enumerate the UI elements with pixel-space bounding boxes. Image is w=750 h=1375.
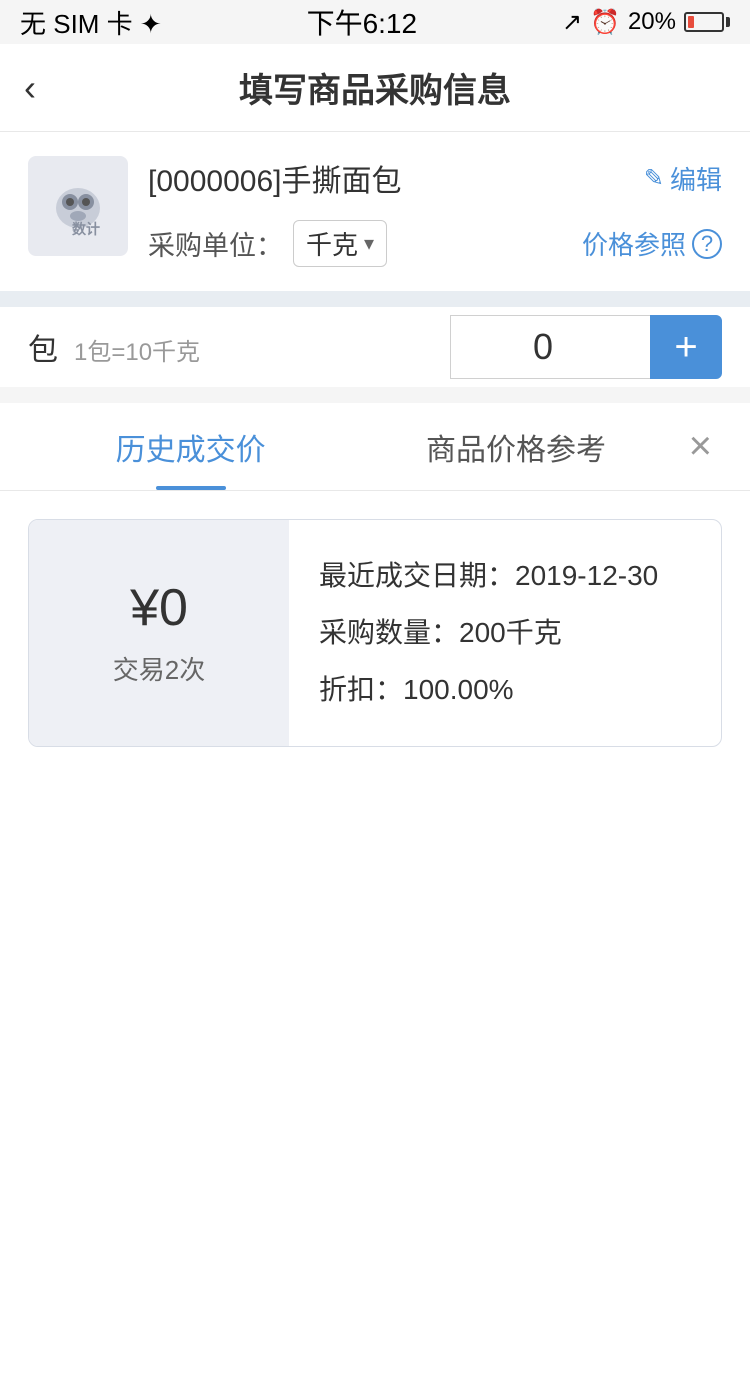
tab-product-price-ref[interactable]: 商品价格参考 (353, 403, 678, 490)
price-amount: ¥0 (130, 578, 188, 638)
price-discount-row: 折扣：100.00% (319, 670, 691, 709)
price-panel: 历史成交价 商品价格参考 × ¥0 交易2次 最近成交日期：2019-12-30… (0, 403, 750, 775)
status-left: 无 SIM 卡 ✦ (20, 4, 162, 41)
price-date-value: 2019-12-30 (515, 560, 658, 591)
edit-button[interactable]: ✎ 编辑 (644, 160, 722, 197)
section-divider (0, 291, 750, 307)
quantity-input[interactable] (450, 315, 650, 379)
unit-select[interactable]: 千克 ▾ (293, 220, 387, 267)
price-ref-help-icon: ? (692, 229, 722, 259)
alarm-icon: ⏰ (590, 8, 620, 37)
product-title-row: [0000006]手撕面包 ✎ 编辑 (148, 156, 722, 200)
battery-icon (684, 12, 730, 32)
price-quantity-value: 200千克 (459, 617, 562, 648)
back-button[interactable]: ‹ (24, 67, 36, 109)
price-date-label: 最近成交日期： (319, 560, 515, 591)
price-quantity-row: 采购数量：200千克 (319, 613, 691, 652)
unit-label: 采购单位： 千克 ▾ (148, 220, 387, 267)
svg-text:数计: 数计 (72, 221, 100, 236)
tab-active-indicator (156, 486, 226, 490)
tab-history-price-label: 历史成交价 (116, 425, 266, 469)
price-date-row: 最近成交日期：2019-12-30 (319, 556, 691, 595)
price-ref-button[interactable]: 价格参照 ? (582, 225, 722, 262)
product-info: [0000006]手撕面包 ✎ 编辑 采购单位： 千克 ▾ 价格参照 ? (148, 156, 722, 267)
price-discount-label: 折扣： (319, 674, 403, 705)
nav-bar: ‹ 填写商品采购信息 (0, 44, 750, 132)
quantity-unit: 包 (28, 325, 58, 369)
battery-percent: 20% (628, 8, 676, 36)
price-card: ¥0 交易2次 最近成交日期：2019-12-30 采购数量：200千克 折扣：… (28, 519, 722, 747)
product-section: 数计 [0000006]手撕面包 ✎ 编辑 采购单位： 千克 ▾ (0, 132, 750, 291)
price-value: 0 (159, 579, 188, 637)
tab-product-price-ref-label: 商品价格参考 (426, 425, 606, 469)
price-left: ¥0 交易2次 (29, 520, 289, 746)
price-ref-label: 价格参照 (582, 225, 686, 262)
page-title: 填写商品采购信息 (239, 63, 511, 112)
signal-text: 无 SIM 卡 ✦ (20, 4, 162, 41)
status-bar: 无 SIM 卡 ✦ 下午6:12 ↗ ⏰ 20% (0, 0, 750, 44)
quantity-row: 包 1包=10千克 + (0, 307, 750, 387)
unit-dropdown-icon: ▾ (364, 231, 374, 256)
product-unit-row: 采购单位： 千克 ▾ 价格参照 ? (148, 220, 722, 267)
unit-label-text: 采购单位： (148, 224, 283, 263)
panel-content: ¥0 交易2次 最近成交日期：2019-12-30 采购数量：200千克 折扣：… (0, 491, 750, 775)
price-right: 最近成交日期：2019-12-30 采购数量：200千克 折扣：100.00% (289, 520, 721, 746)
tab-history-price[interactable]: 历史成交价 (28, 403, 353, 490)
location-icon: ↗ (562, 8, 582, 37)
panel-close-button[interactable]: × (679, 424, 722, 469)
quantity-conversion: 1包=10千克 (74, 332, 200, 367)
price-currency: ¥ (130, 579, 159, 637)
edit-label: 编辑 (670, 160, 722, 197)
quantity-input-group: + (450, 315, 722, 379)
edit-icon: ✎ (644, 164, 664, 193)
price-quantity-label: 采购数量： (319, 617, 459, 648)
bottom-space (0, 775, 750, 1375)
panel-tabs: 历史成交价 商品价格参考 × (0, 403, 750, 491)
product-header: 数计 [0000006]手撕面包 ✎ 编辑 采购单位： 千克 ▾ (28, 156, 722, 267)
unit-value: 千克 (306, 225, 358, 262)
price-discount-value: 100.00% (403, 674, 514, 705)
product-logo-icon: 数计 (48, 176, 108, 236)
status-time: 下午6:12 (307, 2, 418, 42)
quantity-label: 包 1包=10千克 (28, 325, 200, 369)
quantity-plus-button[interactable]: + (650, 315, 722, 379)
product-name: [0000006]手撕面包 (148, 156, 401, 200)
price-transactions: 交易2次 (113, 650, 205, 687)
status-right: ↗ ⏰ 20% (562, 8, 730, 37)
product-thumbnail: 数计 (28, 156, 128, 256)
